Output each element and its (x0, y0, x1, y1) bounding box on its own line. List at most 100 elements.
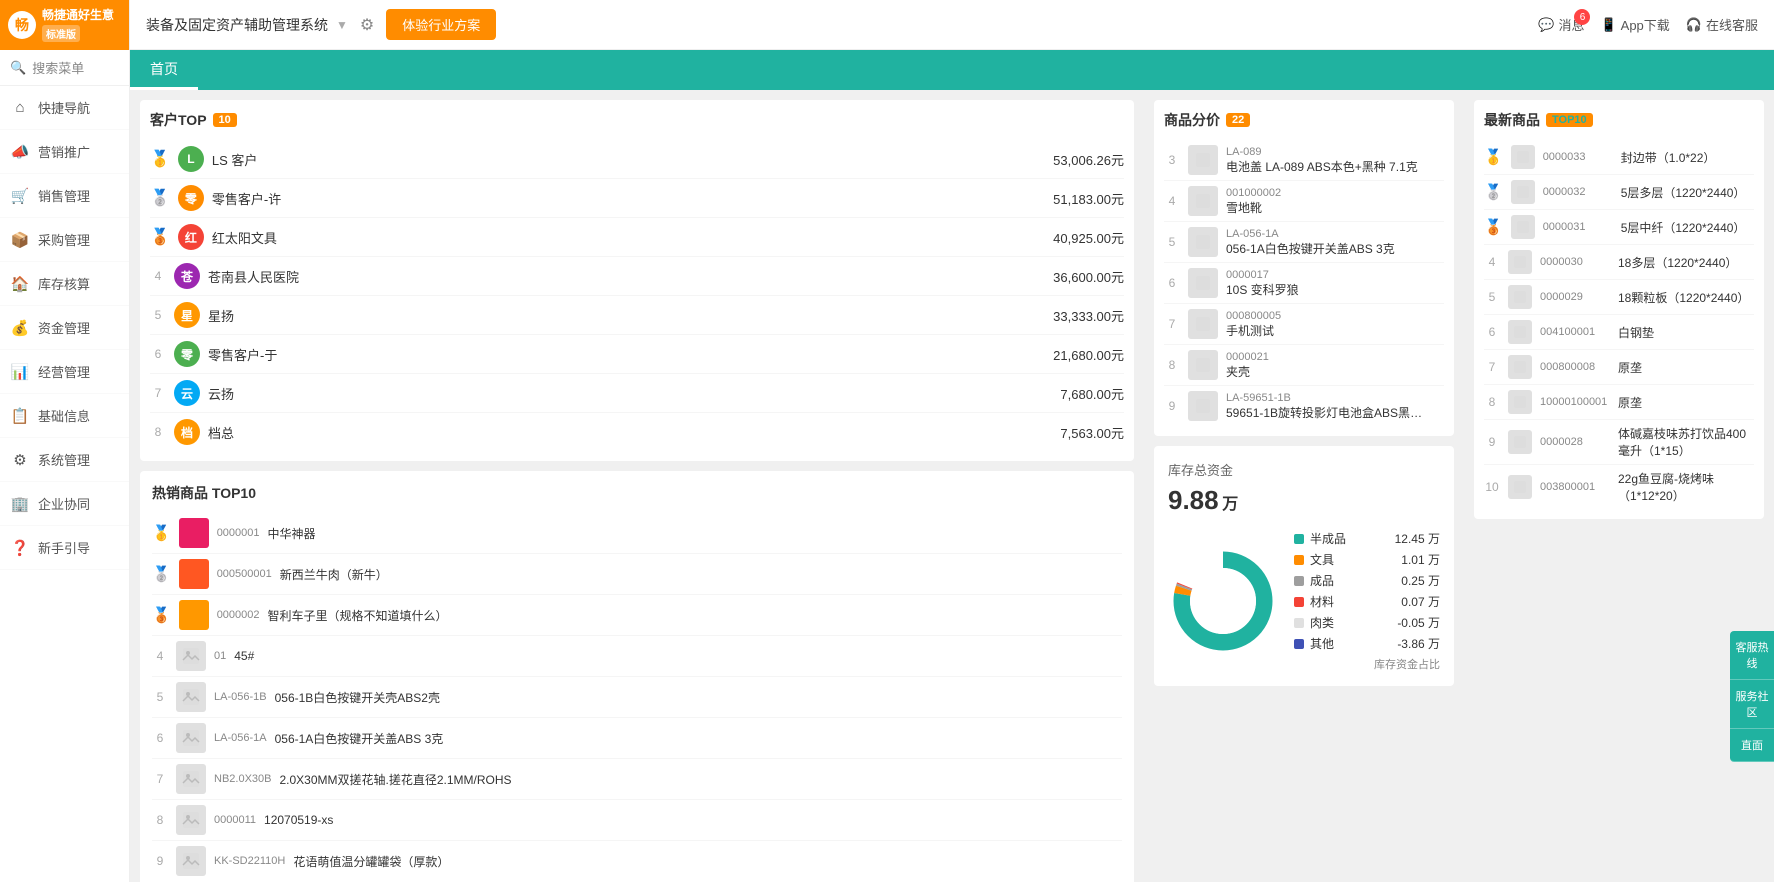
product-code: LA-056-1B (214, 691, 267, 703)
new-product-name: 5层多层（1220*2440） (1621, 184, 1754, 201)
legend-item: 肉类 -0.05 万 (1294, 614, 1440, 631)
online-service-button[interactable]: 🎧 在线客服 (1686, 15, 1758, 34)
service-hotline-button[interactable]: 客服热线 (1730, 631, 1774, 680)
legend-item: 成品 0.25 万 (1294, 572, 1440, 589)
customer-amount: 53,006.26元 (1053, 150, 1124, 169)
new-products-title-label: 最新商品 (1484, 110, 1540, 130)
legend-item: 半成品 12.45 万 (1294, 530, 1440, 547)
operations-icon: 📊 (10, 363, 30, 381)
medal-icon: 🥇 (150, 149, 170, 169)
customer-avatar: 零 (174, 341, 200, 367)
product-image-placeholder (176, 764, 206, 794)
ai-chat-button[interactable]: 直面 (1730, 729, 1774, 762)
sidebar-label: 新手引导 (38, 538, 90, 557)
basic-icon: 📋 (10, 407, 30, 425)
legend-label: 成品 (1310, 572, 1395, 589)
sidebar-label: 经营管理 (38, 362, 90, 381)
sidebar-item-sales[interactable]: 🛒 销售管理 (0, 174, 129, 218)
message-badge: 6 (1574, 9, 1590, 25)
product-image-placeholder (176, 682, 206, 712)
sidebar-item-operations[interactable]: 📊 经营管理 (0, 350, 129, 394)
float-buttons: 客服热线 服务社区 直面 (1730, 631, 1774, 762)
new-product-code: 0000029 (1540, 291, 1610, 303)
rank-number: 8 (152, 813, 168, 827)
product-code: 0000017 (1226, 269, 1444, 281)
legend-color-dot (1294, 555, 1304, 565)
new-product-image (1508, 430, 1532, 454)
product-code: 001000002 (1226, 187, 1444, 199)
customer-avatar: 星 (174, 302, 200, 328)
product-name: 花语萌值温分罐罐袋（厚款） (293, 853, 449, 870)
product-name: 056-1A白色按键开关盖ABS 3克 (275, 730, 444, 747)
customer-name: 星扬 (208, 306, 1045, 325)
legend-color-dot (1294, 618, 1304, 628)
customer-avatar: 红 (178, 224, 204, 250)
home-icon: ⌂ (10, 99, 30, 116)
try-plan-button[interactable]: 体验行业方案 (386, 9, 496, 40)
rank-number: 5 (150, 308, 166, 322)
sidebar-label: 快捷导航 (38, 98, 90, 117)
customer-avatar: 云 (174, 380, 200, 406)
rank-number: 6 (150, 347, 166, 361)
sidebar-item-marketing[interactable]: 📣 营销推广 (0, 130, 129, 174)
legend-value: 1.01 万 (1401, 551, 1440, 568)
sidebar-search[interactable]: 🔍 搜索菜单 (0, 50, 129, 86)
new-product-name: 22g鱼豆腐-烧烤味（1*12*20） (1618, 470, 1754, 504)
product-image-placeholder (176, 641, 206, 671)
customer-list-item: 5 星 星扬 33,333.00元 (150, 296, 1124, 335)
inventory-icon: 🏠 (10, 275, 30, 293)
main-area: 装备及固定资产辅助管理系统 ▼ ⚙ 体验行业方案 💬 消息 6 📱 App下载 … (130, 0, 1774, 882)
hot-product-item: 7 NB2.0X30B 2.0X30MM双搓花轴.搓花直径2.1MM/ROHS (152, 759, 1122, 800)
new-product-item: 7 000800008 原垄 (1484, 350, 1754, 385)
product-name: 新西兰牛肉（新牛） (280, 566, 388, 583)
rank-number: 6 (152, 731, 168, 745)
new-product-code: 0000028 (1540, 436, 1610, 448)
customer-name: 云扬 (208, 384, 1052, 403)
customer-name: 档总 (208, 423, 1052, 442)
hot-products-title: 热销商品 TOP10 (152, 483, 1122, 503)
sidebar-item-quick-nav[interactable]: ⌂ 快捷导航 (0, 86, 129, 130)
customer-panel-title: 客户TOP 10 (150, 110, 1124, 130)
new-product-item: 4 0000030 18多层（1220*2440） (1484, 245, 1754, 280)
message-button[interactable]: 💬 消息 6 (1538, 15, 1584, 34)
new-product-item: 5 0000029 18颗粒板（1220*2440） (1484, 280, 1754, 315)
app-label: App下载 (1621, 15, 1670, 34)
rank-number: 8 (150, 425, 166, 439)
new-product-name: 体碱嘉枝味苏打饮品400毫升（1*15） (1618, 425, 1754, 459)
sidebar-item-finance[interactable]: 💰 资金管理 (0, 306, 129, 350)
logo-badge: 标准版 (42, 25, 80, 42)
new-product-code: 000800008 (1540, 361, 1610, 373)
customer-name: 零售客户-许 (212, 189, 1045, 208)
new-product-image (1511, 145, 1535, 169)
hot-product-item: 6 LA-056-1A 056-1A白色按键开关盖ABS 3克 (152, 718, 1122, 759)
app-download-button[interactable]: 📱 App下载 (1600, 15, 1669, 34)
new-product-code: 10000100001 (1540, 396, 1610, 408)
sidebar-item-company[interactable]: 🏢 企业协同 (0, 482, 129, 526)
rank-number: 9 (1164, 399, 1180, 413)
product-name: 45# (234, 649, 254, 663)
product-code: LA-056-1A (214, 732, 267, 744)
sidebar-item-inventory[interactable]: 🏠 库存核算 (0, 262, 129, 306)
sidebar-item-guide[interactable]: ❓ 新手引导 (0, 526, 129, 570)
rank-number: 8 (1164, 358, 1180, 372)
tab-home[interactable]: 首页 (130, 50, 198, 90)
sidebar-item-system[interactable]: ⚙ 系统管理 (0, 438, 129, 482)
service-community-button[interactable]: 服务社区 (1730, 680, 1774, 729)
product-name: 中华神器 (268, 525, 316, 542)
product-image-placeholder (1188, 350, 1218, 380)
rank-number: 10 (1484, 480, 1500, 494)
customer-list-item: 7 云 云扬 7,680.00元 (150, 374, 1124, 413)
gear-icon[interactable]: ⚙ (360, 15, 374, 35)
hot-products-panel: 热销商品 TOP10 🥇 0000001 中华神器 🥈 000500001 新西… (140, 471, 1134, 882)
rank-number: 9 (152, 854, 168, 868)
new-product-name: 18颗粒板（1220*2440） (1618, 289, 1754, 306)
customer-list-item: 🥉 红 红太阳文具 40,925.00元 (150, 218, 1124, 257)
customer-amount: 7,563.00元 (1060, 423, 1124, 442)
hot-product-item: 5 LA-056-1B 056-1B白色按键开关壳ABS2壳 (152, 677, 1122, 718)
topbar: 装备及固定资产辅助管理系统 ▼ ⚙ 体验行业方案 💬 消息 6 📱 App下载 … (130, 0, 1774, 50)
product-name: 10S 变科罗狼 (1226, 281, 1426, 298)
rank-number: 7 (152, 772, 168, 786)
legend-item: 其他 -3.86 万 (1294, 635, 1440, 652)
sidebar-item-basic[interactable]: 📋 基础信息 (0, 394, 129, 438)
sidebar-item-purchase[interactable]: 📦 采购管理 (0, 218, 129, 262)
